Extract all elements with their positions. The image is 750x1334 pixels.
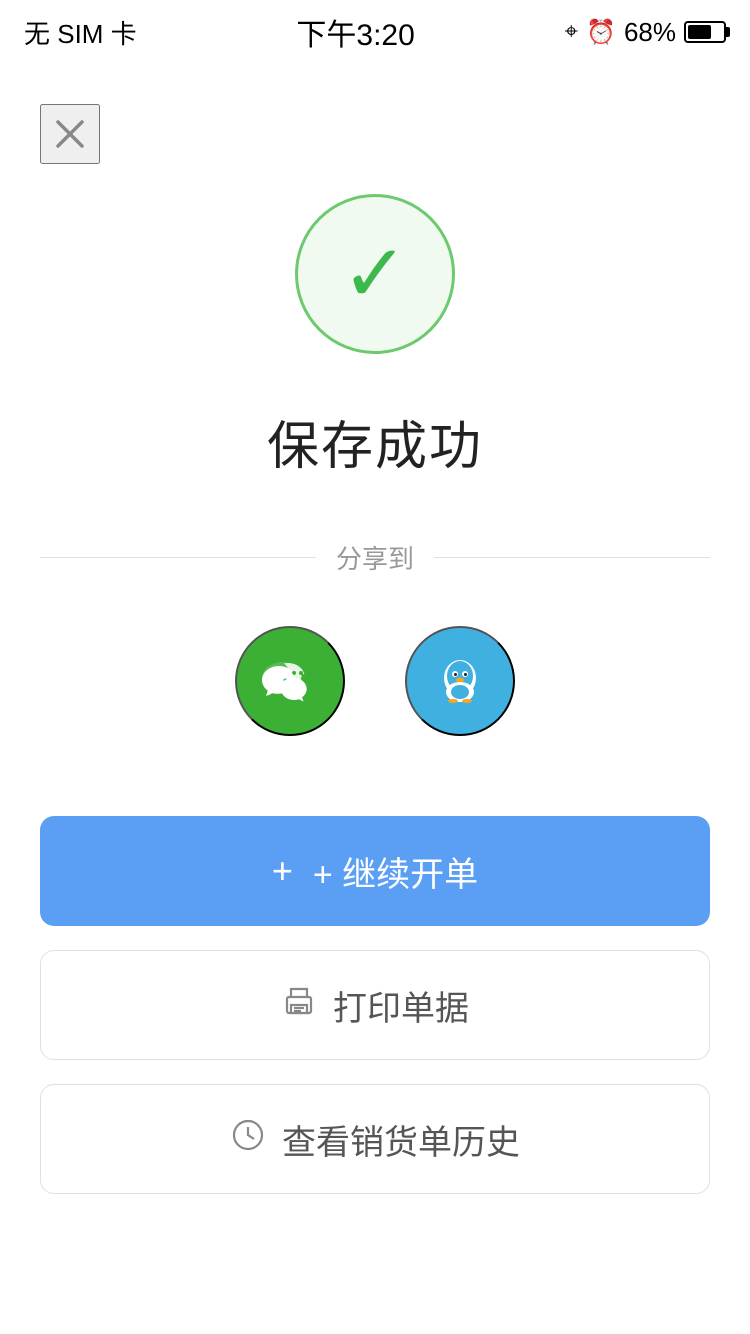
printer-icon	[281, 983, 317, 1027]
status-right: ⌖ ⏰ 68%	[565, 17, 726, 48]
print-button[interactable]: 打印单据	[40, 950, 710, 1060]
divider-line-left	[40, 557, 316, 558]
status-left: 无 SIM 卡	[24, 14, 147, 51]
time-display: 下午3:20	[296, 10, 414, 54]
share-wechat-button[interactable]	[235, 626, 345, 736]
success-title: 保存成功	[267, 404, 483, 479]
continue-icon: +	[272, 850, 293, 892]
share-label: 分享到	[336, 539, 414, 576]
alarm-icon: ⏰	[586, 18, 616, 47]
status-bar: 无 SIM 卡 下午3:20 ⌖ ⏰ 68%	[0, 0, 750, 64]
battery-fill	[688, 25, 711, 39]
history-button[interactable]: 查看销货单历史	[40, 1084, 710, 1194]
battery-icon	[684, 21, 726, 43]
share-divider: 分享到	[40, 539, 710, 576]
share-icons-container	[235, 626, 515, 736]
location-icon: ⌖	[565, 18, 579, 46]
main-content: ✓ 保存成功 分享到	[0, 64, 750, 1254]
divider-line-right	[434, 557, 710, 558]
carrier-text: 无 SIM 卡	[24, 14, 137, 51]
continue-label: + 继续开单	[313, 847, 478, 896]
close-button[interactable]	[40, 104, 100, 164]
share-qq-button[interactable]	[405, 626, 515, 736]
continue-button[interactable]: + + 继续开单	[40, 816, 710, 926]
clock-icon	[230, 1117, 266, 1161]
print-label: 打印单据	[333, 981, 469, 1030]
checkmark-icon: ✓	[341, 234, 408, 314]
battery-percent: 68%	[624, 17, 676, 48]
history-label: 查看销货单历史	[282, 1115, 520, 1164]
success-icon-circle: ✓	[295, 194, 455, 354]
action-buttons: + + 继续开单 打印单据	[40, 816, 710, 1194]
